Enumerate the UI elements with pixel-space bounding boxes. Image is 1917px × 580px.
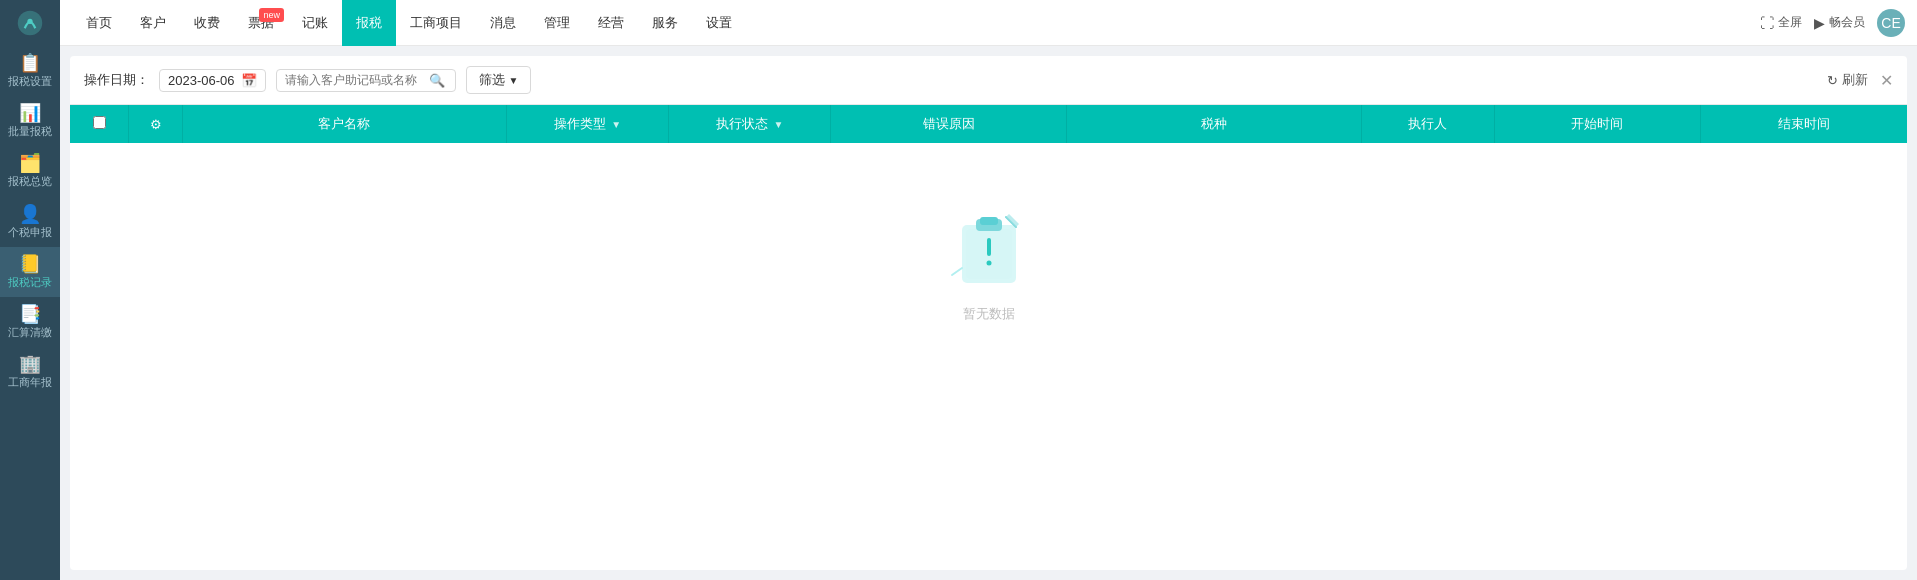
select-all-checkbox[interactable] [93,116,106,129]
th-status[interactable]: 执行状态 ▼ [669,105,831,143]
tax-settings-icon: 📋 [19,54,41,72]
chevron-down-icon: ▼ [509,75,519,86]
content-area: 操作日期： 2023-06-06 📅 🔍 筛选 ▼ ↻ 刷新 ✕ [70,56,1907,570]
toolbar: 操作日期： 2023-06-06 📅 🔍 筛选 ▼ ↻ 刷新 ✕ [70,56,1907,105]
sidebar: 📋 报税设置 📊 批量报税 🗂️ 报税总览 👤 个税申报 📒 报税记录 📑 汇算… [0,0,60,580]
sidebar-item-batch-tax[interactable]: 📊 批量报税 [0,96,60,146]
svg-rect-6 [987,238,991,256]
topnav-item-customers[interactable]: 客户 [126,0,180,46]
data-table: ⚙ 客户名称 操作类型 ▼ 执行状态 ▼ 错误原因 税种 执行 [70,105,1907,143]
topnav-item-operations[interactable]: 经营 [584,0,638,46]
member-button[interactable]: ▶ 畅会员 [1814,14,1865,31]
sidebar-item-tax-overview-label: 报税总览 [8,175,52,188]
svg-line-10 [952,268,962,275]
svg-point-1 [27,19,32,24]
calendar-icon: 📅 [241,73,257,88]
date-label: 操作日期： [84,71,149,89]
sidebar-item-batch-tax-label: 批量报税 [8,125,52,138]
toolbar-right: ↻ 刷新 ✕ [1827,71,1893,90]
svg-point-7 [986,261,991,266]
topnav-item-tax[interactable]: 报税 [342,0,396,46]
refresh-icon: ↻ [1827,73,1838,88]
th-op-type-label: 操作类型 [554,116,606,131]
th-tax-type: 税种 [1067,105,1362,143]
sidebar-item-tax-settings-label: 报税设置 [8,75,52,88]
topnav-item-invoices[interactable]: 票据 new [234,0,288,46]
tax-overview-icon: 🗂️ [19,154,41,172]
topnav-item-commerce[interactable]: 工商项目 [396,0,476,46]
sidebar-item-annual-report[interactable]: 🏢 工商年报 [0,347,60,397]
empty-icon [944,203,1034,293]
date-picker[interactable]: 2023-06-06 📅 [159,69,266,92]
th-checkbox[interactable] [70,105,129,143]
member-icon: ▶ [1814,15,1825,31]
settlement-icon: 📑 [19,305,41,323]
topnav: 首页 客户 收费 票据 new 记账 报税 工商项目 消息 管理 经营 服务 设… [60,0,1917,46]
topnav-items: 首页 客户 收费 票据 new 记账 报税 工商项目 消息 管理 经营 服务 设… [72,0,1760,46]
fullscreen-icon: ⛶ [1760,15,1774,31]
th-status-label: 执行状态 [716,116,768,131]
tax-records-icon: 📒 [19,255,41,273]
new-badge: new [259,8,284,23]
status-sort-icon: ▼ [773,119,783,130]
table-header-row: ⚙ 客户名称 操作类型 ▼ 执行状态 ▼ 错误原因 税种 执行 [70,105,1907,143]
th-end-time: 结束时间 [1701,105,1907,143]
member-label: 畅会员 [1829,14,1865,31]
search-input[interactable] [285,73,425,87]
topnav-item-settings[interactable]: 设置 [692,0,746,46]
filter-button[interactable]: 筛选 ▼ [466,66,532,94]
topnav-item-home[interactable]: 首页 [72,0,126,46]
main-area: 首页 客户 收费 票据 new 记账 报税 工商项目 消息 管理 经营 服务 设… [60,0,1917,580]
empty-text: 暂无数据 [963,305,1015,323]
close-button[interactable]: ✕ [1880,71,1893,90]
table-container[interactable]: ⚙ 客户名称 操作类型 ▼ 执行状态 ▼ 错误原因 税种 执行 [70,105,1907,570]
date-value: 2023-06-06 [168,73,235,88]
sidebar-item-settlement-label: 汇算清缴 [8,326,52,339]
column-settings-icon[interactable]: ⚙ [150,117,162,132]
filter-label: 筛选 [479,71,505,89]
th-executor: 执行人 [1361,105,1494,143]
topnav-item-services[interactable]: 服务 [638,0,692,46]
topnav-right: ⛶ 全屏 ▶ 畅会员 CE [1760,9,1905,37]
sidebar-item-tax-records[interactable]: 📒 报税记录 [0,247,60,297]
refresh-button[interactable]: ↻ 刷新 [1827,71,1868,89]
th-op-type[interactable]: 操作类型 ▼ [506,105,668,143]
topnav-item-management[interactable]: 管理 [530,0,584,46]
search-icon: 🔍 [429,73,445,88]
annual-report-icon: 🏢 [19,355,41,373]
sidebar-item-tax-overview[interactable]: 🗂️ 报税总览 [0,146,60,196]
sidebar-item-personal-tax-label: 个税申报 [8,226,52,239]
fullscreen-button[interactable]: ⛶ 全屏 [1760,14,1802,31]
sidebar-item-personal-tax[interactable]: 👤 个税申报 [0,197,60,247]
topnav-item-accounting[interactable]: 记账 [288,0,342,46]
refresh-label: 刷新 [1842,71,1868,89]
th-client-name: 客户名称 [182,105,506,143]
th-error: 错误原因 [831,105,1067,143]
sidebar-item-tax-settings[interactable]: 📋 报税设置 [0,46,60,96]
sidebar-logo[interactable] [0,0,60,46]
sidebar-item-annual-report-label: 工商年报 [8,376,52,389]
search-box[interactable]: 🔍 [276,69,456,92]
fullscreen-label: 全屏 [1778,14,1802,31]
op-type-sort-icon: ▼ [611,119,621,130]
user-avatar[interactable]: CE [1877,9,1905,37]
sidebar-item-settlement[interactable]: 📑 汇算清缴 [0,297,60,347]
topnav-item-messages[interactable]: 消息 [476,0,530,46]
th-settings[interactable]: ⚙ [129,105,182,143]
personal-tax-icon: 👤 [19,205,41,223]
svg-rect-5 [980,217,998,225]
th-start-time: 开始时间 [1494,105,1700,143]
sidebar-item-tax-records-label: 报税记录 [8,276,52,289]
topnav-item-billing[interactable]: 收费 [180,0,234,46]
empty-state: 暂无数据 [70,143,1907,363]
batch-tax-icon: 📊 [19,104,41,122]
